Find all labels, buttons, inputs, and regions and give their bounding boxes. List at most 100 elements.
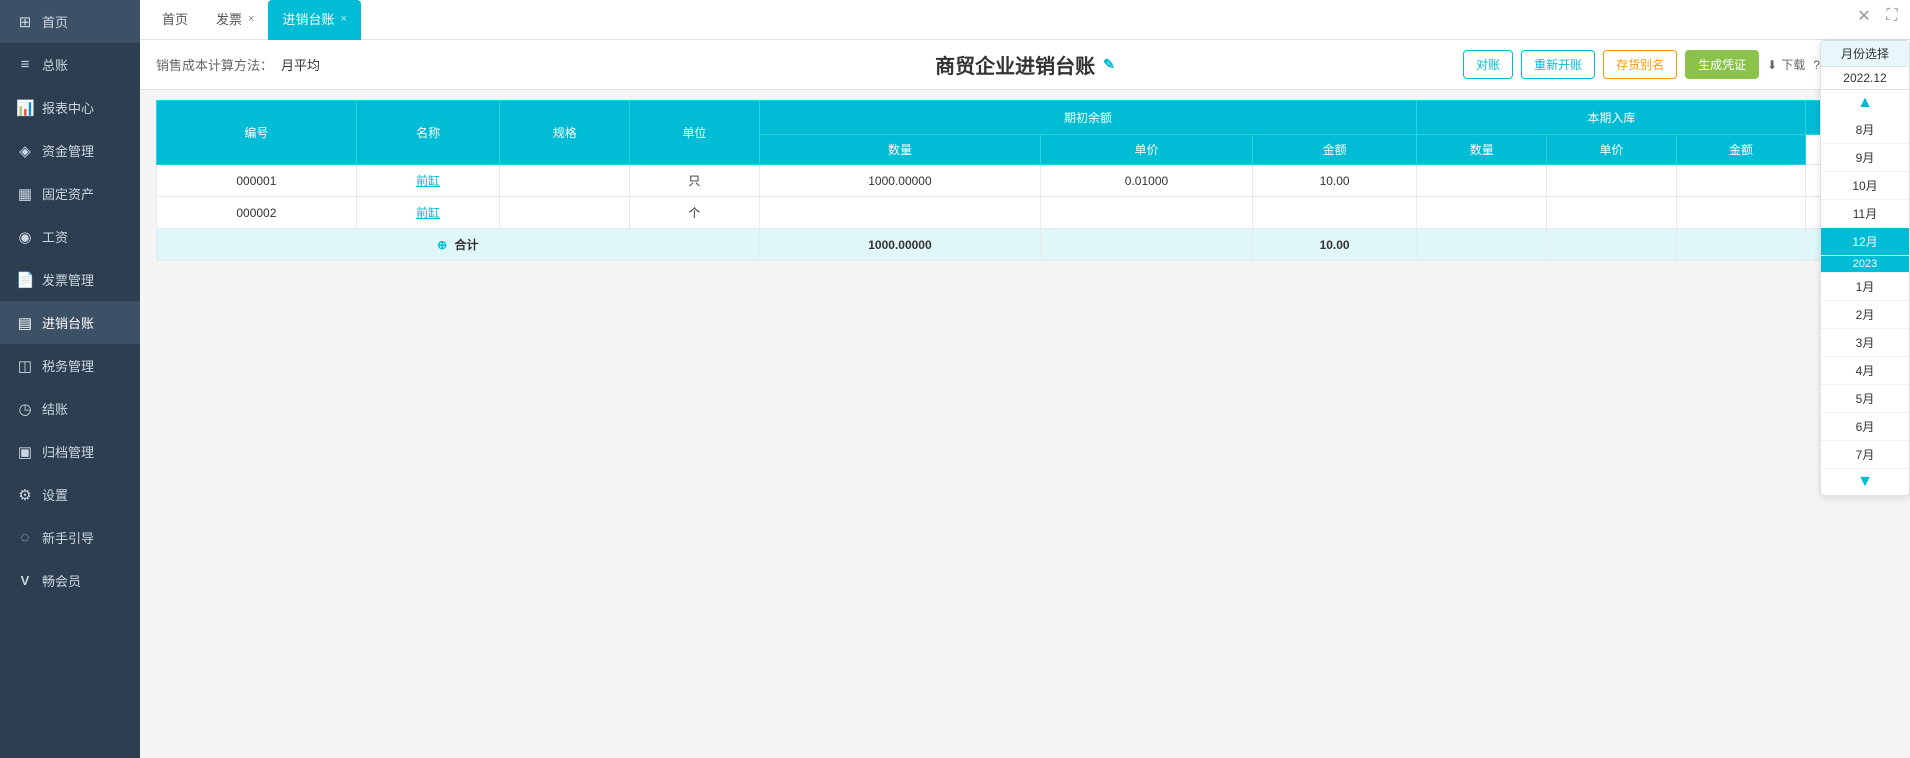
sidebar-item-salary[interactable]: ◉ 工资 xyxy=(0,215,140,258)
th-rk-qty: 数量 xyxy=(1417,135,1547,165)
cost-method-value: 月平均 xyxy=(281,55,320,74)
month-4[interactable]: 4月 xyxy=(1821,357,1909,385)
tab-stock-ledger[interactable]: 进销台账 × xyxy=(268,0,360,40)
month-up-arrow[interactable]: ▲ xyxy=(1853,94,1877,112)
stock-table: 编号 名称 规格 单位 期初余额 本期入库 数 数量 单价 金额 数量 单价 xyxy=(156,100,1894,261)
th-rk-amount: 金额 xyxy=(1676,135,1806,165)
month-8[interactable]: 8月 xyxy=(1821,116,1909,144)
main-area: ✕ ⛶ 首页 发票 × 进销台账 × 销售成本计算方法： 月平均 商贸企业进销台… xyxy=(140,0,1910,758)
sidebar-item-label: 报表中心 xyxy=(42,98,94,117)
total-rk-amount xyxy=(1676,229,1806,261)
cell-unit: 只 xyxy=(630,165,760,197)
archive-icon: ▣ xyxy=(16,443,34,461)
cell-rk-qty xyxy=(1417,197,1547,229)
month-7[interactable]: 7月 xyxy=(1821,441,1909,469)
home-icon: ⊞ xyxy=(16,13,34,31)
sidebar-item-home[interactable]: ⊞ 首页 xyxy=(0,0,140,43)
generate-voucher-button[interactable]: 生成凭证 xyxy=(1685,50,1759,79)
total-rk-qty xyxy=(1417,229,1547,261)
stock-ledger-icon: ▤ xyxy=(16,314,34,332)
reports-icon: 📊 xyxy=(16,99,34,117)
month-11[interactable]: 11月 xyxy=(1821,200,1909,228)
total-qi-qty: 1000.00000 xyxy=(759,229,1041,261)
toolbar: 销售成本计算方法： 月平均 商贸企业进销台账 ✎ 对账 重新开账 存货别名 生成… xyxy=(140,40,1910,90)
month-panel-header: 月份选择 xyxy=(1821,41,1909,67)
sidebar-item-stock-ledger[interactable]: ▤ 进销台账 xyxy=(0,301,140,344)
sidebar-item-member[interactable]: V 畅会员 xyxy=(0,559,140,602)
reconcile-button[interactable]: 对账 xyxy=(1463,50,1513,79)
th-qi-amount: 金额 xyxy=(1252,135,1417,165)
reopen-button[interactable]: 重新开账 xyxy=(1521,50,1595,79)
member-icon: V xyxy=(16,573,34,588)
sidebar-item-label: 设置 xyxy=(42,485,68,504)
tab-bar: 首页 发票 × 进销台账 × xyxy=(140,0,1910,40)
maximize-window-button[interactable]: ⛶ xyxy=(1882,6,1902,26)
total-qi-amount: 10.00 xyxy=(1252,229,1417,261)
month-5[interactable]: 5月 xyxy=(1821,385,1909,413)
sidebar-item-guide[interactable]: ◌ 新手引导 xyxy=(0,516,140,559)
cell-rk-price xyxy=(1547,197,1677,229)
cell-id: 000002 xyxy=(157,197,357,229)
month-panel-nav-down: ▼ xyxy=(1821,469,1909,495)
invoice-mgmt-icon: 📄 xyxy=(16,271,34,289)
month-1[interactable]: 1月 xyxy=(1821,273,1909,301)
tax-icon: ◫ xyxy=(16,357,34,375)
sidebar-item-label: 税务管理 xyxy=(42,356,94,375)
month-12[interactable]: 12月 xyxy=(1821,228,1909,256)
sidebar-item-invoice-mgmt[interactable]: 📄 发票管理 xyxy=(0,258,140,301)
sidebar-item-label: 首页 xyxy=(42,12,68,31)
th-current-inbound: 本期入库 xyxy=(1417,101,1806,135)
sidebar-item-label: 总账 xyxy=(42,55,68,74)
funds-icon: ◈ xyxy=(16,142,34,160)
cell-id: 000001 xyxy=(157,165,357,197)
ledger-icon: ≡ xyxy=(16,56,34,73)
sidebar-item-funds[interactable]: ◈ 资金管理 xyxy=(0,129,140,172)
sidebar-item-ledger[interactable]: ≡ 总账 xyxy=(0,43,140,86)
sidebar-item-archive[interactable]: ▣ 归档管理 xyxy=(0,430,140,473)
tab-home[interactable]: 首页 xyxy=(148,0,202,40)
sidebar-item-label: 畅会员 xyxy=(42,571,81,590)
th-qi-qty: 数量 xyxy=(759,135,1041,165)
tab-invoice-close[interactable]: × xyxy=(248,13,254,25)
month-6[interactable]: 6月 xyxy=(1821,413,1909,441)
table-row: 000001 前缸 只 1000.00000 0.01000 10.00 xyxy=(157,165,1894,197)
month-9[interactable]: 9月 xyxy=(1821,144,1909,172)
th-id: 编号 xyxy=(157,101,357,165)
download-button[interactable]: ⬇ 下载 xyxy=(1767,56,1805,73)
sidebar-item-settings[interactable]: ⚙ 设置 xyxy=(0,473,140,516)
sidebar-item-label: 资金管理 xyxy=(42,141,94,160)
th-rk-price: 单价 xyxy=(1547,135,1677,165)
edit-title-icon[interactable]: ✎ xyxy=(1103,56,1115,73)
product-name-link[interactable]: 前缸 xyxy=(416,206,440,220)
toolbar-left: 销售成本计算方法： 月平均 xyxy=(156,55,320,74)
th-opening-balance: 期初余额 xyxy=(759,101,1417,135)
year-display: 2022.12 xyxy=(1821,67,1909,90)
sidebar-item-close[interactable]: ◷ 结账 xyxy=(0,387,140,430)
download-icon: ⬇ xyxy=(1767,58,1777,72)
sidebar-item-label: 固定资产 xyxy=(42,184,94,203)
th-spec: 规格 xyxy=(500,101,630,165)
product-name-link[interactable]: 前缸 xyxy=(416,174,440,188)
cell-qi-price: 0.01000 xyxy=(1041,165,1252,197)
month-down-arrow[interactable]: ▼ xyxy=(1853,473,1877,491)
sidebar-item-assets[interactable]: ▦ 固定资产 xyxy=(0,172,140,215)
tab-stock-ledger-close[interactable]: × xyxy=(340,13,346,25)
table-row: 000002 前缸 个 xyxy=(157,197,1894,229)
cell-rk-qty xyxy=(1417,165,1547,197)
month-3[interactable]: 3月 xyxy=(1821,329,1909,357)
th-name: 名称 xyxy=(356,101,500,165)
close-window-button[interactable]: ✕ xyxy=(1854,6,1874,26)
year-2023-badge: 2023 xyxy=(1821,256,1909,273)
tab-invoice-label: 发票 xyxy=(216,9,242,28)
sidebar-item-tax[interactable]: ◫ 税务管理 xyxy=(0,344,140,387)
table-container: 编号 名称 规格 单位 期初余额 本期入库 数 数量 单价 金额 数量 单价 xyxy=(140,90,1910,758)
month-10[interactable]: 10月 xyxy=(1821,172,1909,200)
month-2[interactable]: 2月 xyxy=(1821,301,1909,329)
cell-qi-amount: 10.00 xyxy=(1252,165,1417,197)
sidebar-item-reports[interactable]: 📊 报表中心 xyxy=(0,86,140,129)
tab-invoice[interactable]: 发票 × xyxy=(202,0,268,40)
save-alias-button[interactable]: 存货别名 xyxy=(1603,50,1677,79)
cell-qi-qty: 1000.00000 xyxy=(759,165,1041,197)
total-rk-price xyxy=(1547,229,1677,261)
guide-icon: ◌ xyxy=(16,529,34,546)
